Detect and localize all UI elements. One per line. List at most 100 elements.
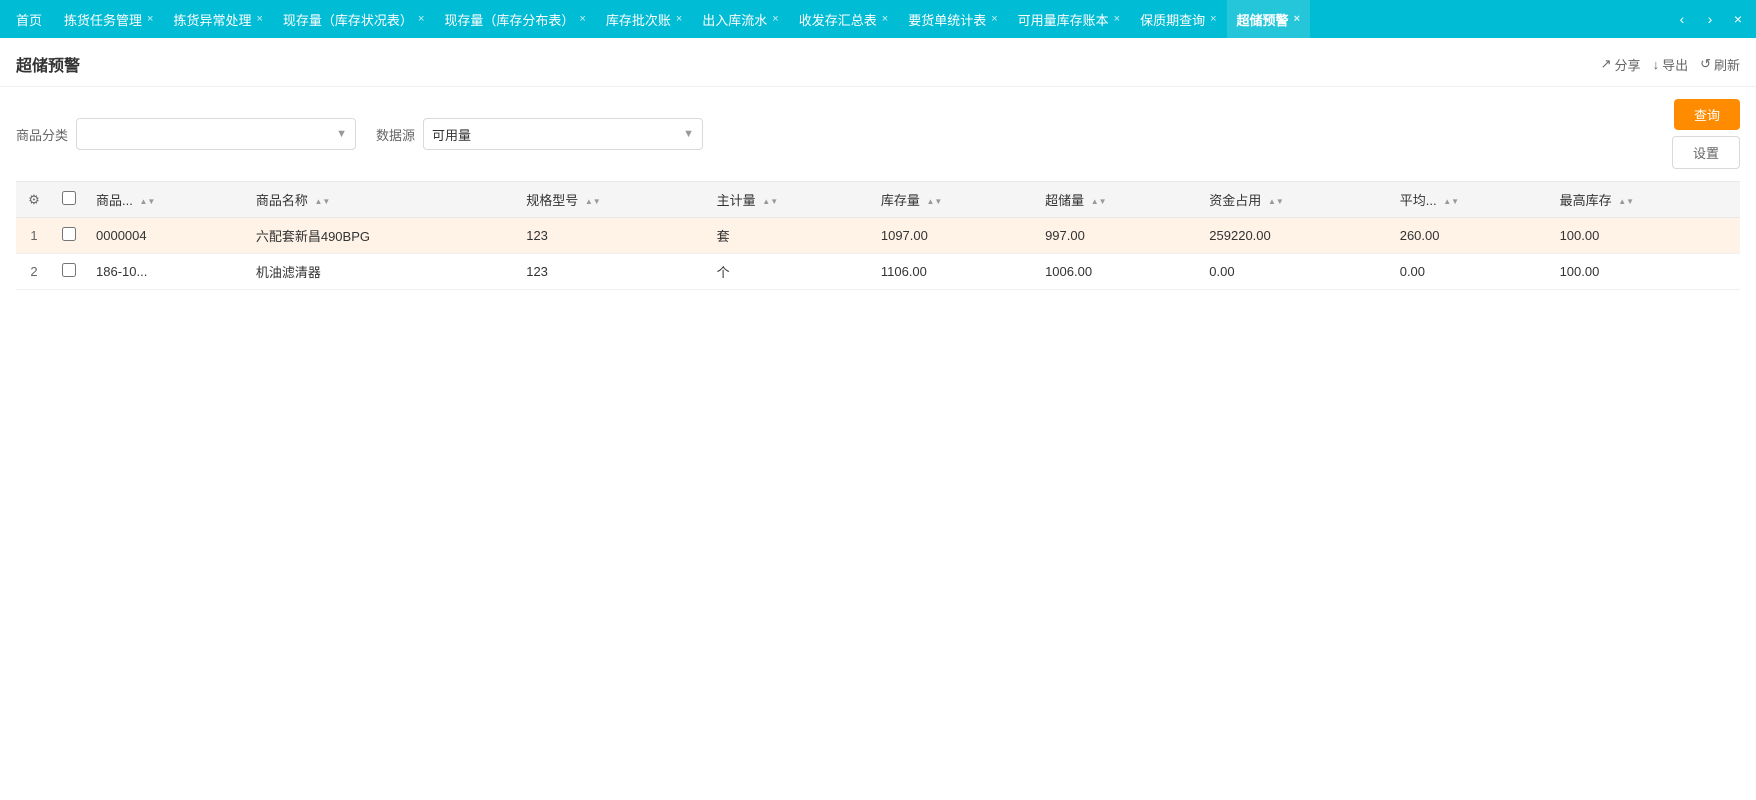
row-checkbox-cell-0[interactable]: [52, 218, 86, 254]
category-select[interactable]: ▼: [76, 118, 356, 150]
top-navigation: 首页 拣货任务管理 × 拣货异常处理 × 现存量（库存状况表） × 现存量（库存…: [0, 0, 1756, 38]
column-header-name[interactable]: 商品名称 ▲▼: [246, 182, 516, 218]
data-table-wrapper: ⚙ 商品... ▲▼ 商品名称 ▲▼ 规格型号 ▲▼: [0, 181, 1756, 290]
row-stock-0: 1097.00: [871, 218, 1035, 254]
close-tab-9[interactable]: ×: [1210, 13, 1216, 25]
nav-arrow-left[interactable]: ‹: [1668, 0, 1696, 38]
row-spec-0: 123: [516, 218, 706, 254]
row-unit-0: 套: [707, 218, 871, 254]
row-capital-1: 0.00: [1199, 254, 1389, 290]
table-row: 2 186-10... 机油滤清器 123 个 1106.00 1006.00 …: [16, 254, 1740, 290]
nav-tab-shoufacun[interactable]: 收发存汇总表 ×: [789, 0, 898, 38]
row-unit-1: 个: [707, 254, 871, 290]
row-checkbox-0[interactable]: [62, 227, 76, 241]
refresh-icon: ↺: [1700, 56, 1711, 72]
query-button[interactable]: 查询: [1674, 99, 1740, 130]
close-tab-4[interactable]: ×: [676, 13, 682, 25]
settings-button[interactable]: 设置: [1672, 136, 1740, 169]
row-capital-0: 259220.00: [1199, 218, 1389, 254]
row-name-0: 六配套新昌490BPG: [246, 218, 516, 254]
row-avg-0: 260.00: [1390, 218, 1550, 254]
sort-icon-over: ▲▼: [1091, 198, 1107, 206]
refresh-action[interactable]: ↺ 刷新: [1700, 55, 1740, 74]
row-num-0: 1: [16, 218, 52, 254]
column-header-checkbox[interactable]: [52, 182, 86, 218]
sort-icon-max: ▲▼: [1618, 198, 1634, 206]
filter-bar: 商品分类 ▼ 数据源 可用量 ▼ 查询 设置: [0, 87, 1756, 181]
close-tab-8[interactable]: ×: [1114, 13, 1120, 25]
row-checkbox-1[interactable]: [62, 263, 76, 277]
row-stock-1: 1106.00: [871, 254, 1035, 290]
nav-arrow-group: ‹ › ×: [1668, 0, 1752, 38]
datasource-filter-label: 数据源: [376, 125, 415, 144]
datasource-select-arrow: ▼: [683, 128, 694, 140]
sort-icon-capital: ▲▼: [1268, 198, 1284, 206]
close-tab-2[interactable]: ×: [418, 13, 424, 25]
row-avg-1: 0.00: [1390, 254, 1550, 290]
nav-tab-keyongliang[interactable]: 可用量库存账本 ×: [1008, 0, 1130, 38]
row-checkbox-cell-1[interactable]: [52, 254, 86, 290]
column-header-avg[interactable]: 平均... ▲▼: [1390, 182, 1550, 218]
page-actions: ↗ 分享 ↓ 导出 ↺ 刷新: [1601, 55, 1740, 74]
close-tab-5[interactable]: ×: [772, 13, 778, 25]
sort-icon-avg: ▲▼: [1443, 198, 1459, 206]
nav-tab-jianhuorenwu[interactable]: 拣货任务管理 ×: [54, 0, 163, 38]
data-table: ⚙ 商品... ▲▼ 商品名称 ▲▼ 规格型号 ▲▼: [16, 181, 1740, 290]
sort-icon-unit: ▲▼: [762, 198, 778, 206]
close-tab-3[interactable]: ×: [579, 13, 585, 25]
share-label: 分享: [1615, 55, 1641, 74]
share-icon: ↗: [1601, 56, 1612, 72]
datasource-select-value: 可用量: [432, 125, 471, 144]
close-tab-1[interactable]: ×: [256, 13, 262, 25]
nav-tab-chaochuyujing[interactable]: 超储预警 ×: [1227, 0, 1310, 38]
row-num-1: 2: [16, 254, 52, 290]
export-action[interactable]: ↓ 导出: [1653, 55, 1689, 74]
close-tab-10[interactable]: ×: [1294, 13, 1300, 25]
select-all-checkbox[interactable]: [62, 191, 76, 205]
close-tab-0[interactable]: ×: [147, 13, 153, 25]
row-code-0: 0000004: [86, 218, 246, 254]
column-header-unit[interactable]: 主计量 ▲▼: [707, 182, 871, 218]
nav-tab-xiancunliang-fenbiao[interactable]: 现存量（库存分布表） ×: [434, 0, 595, 38]
gear-icon: ⚙: [28, 192, 40, 207]
datasource-filter: 数据源 可用量 ▼: [376, 118, 703, 150]
nav-close-btn[interactable]: ×: [1724, 0, 1752, 38]
nav-arrow-right[interactable]: ›: [1696, 0, 1724, 38]
nav-tab-xiancunliang-kuanzhang[interactable]: 现存量（库存状况表） ×: [273, 0, 434, 38]
export-icon: ↓: [1653, 57, 1660, 72]
page-container: 超储预警 ↗ 分享 ↓ 导出 ↺ 刷新 商品分类 ▼ 数据源: [0, 38, 1756, 800]
sort-icon-stock: ▲▼: [927, 198, 943, 206]
datasource-select[interactable]: 可用量 ▼: [423, 118, 703, 150]
table-header-row: ⚙ 商品... ▲▼ 商品名称 ▲▼ 规格型号 ▲▼: [16, 182, 1740, 218]
column-header-over[interactable]: 超储量 ▲▼: [1035, 182, 1199, 218]
column-header-stock[interactable]: 库存量 ▲▼: [871, 182, 1035, 218]
page-header: 超储预警 ↗ 分享 ↓ 导出 ↺ 刷新: [0, 38, 1756, 87]
nav-tab-baozhi[interactable]: 保质期查询 ×: [1130, 0, 1226, 38]
nav-tab-jianhuo-yichang[interactable]: 拣货异常处理 ×: [163, 0, 272, 38]
nav-tab-churuku[interactable]: 出入库流水 ×: [692, 0, 788, 38]
table-row: 1 0000004 六配套新昌490BPG 123 套 1097.00 997.…: [16, 218, 1740, 254]
column-header-spec[interactable]: 规格型号 ▲▼: [516, 182, 706, 218]
row-code-1: 186-10...: [86, 254, 246, 290]
share-action[interactable]: ↗ 分享: [1601, 55, 1641, 74]
action-buttons: 查询 设置: [1672, 99, 1740, 169]
column-header-max[interactable]: 最高库存 ▲▼: [1550, 182, 1740, 218]
column-header-code[interactable]: 商品... ▲▼: [86, 182, 246, 218]
row-max-1: 100.00: [1550, 254, 1740, 290]
nav-tab-pizhang[interactable]: 库存批次账 ×: [596, 0, 692, 38]
category-select-arrow: ▼: [336, 128, 347, 140]
category-filter-label: 商品分类: [16, 125, 68, 144]
sort-icon-spec: ▲▼: [585, 198, 601, 206]
row-spec-1: 123: [516, 254, 706, 290]
row-over-0: 997.00: [1035, 218, 1199, 254]
page-title: 超储预警: [16, 52, 80, 76]
close-tab-7[interactable]: ×: [991, 13, 997, 25]
close-tab-6[interactable]: ×: [882, 13, 888, 25]
column-header-capital[interactable]: 资金占用 ▲▼: [1199, 182, 1389, 218]
sort-icon-name: ▲▼: [314, 198, 330, 206]
row-over-1: 1006.00: [1035, 254, 1199, 290]
column-header-gear[interactable]: ⚙: [16, 182, 52, 218]
sort-icon-code: ▲▼: [139, 198, 155, 206]
nav-home[interactable]: 首页: [4, 0, 54, 38]
nav-tab-yaohuo[interactable]: 要货单统计表 ×: [898, 0, 1007, 38]
